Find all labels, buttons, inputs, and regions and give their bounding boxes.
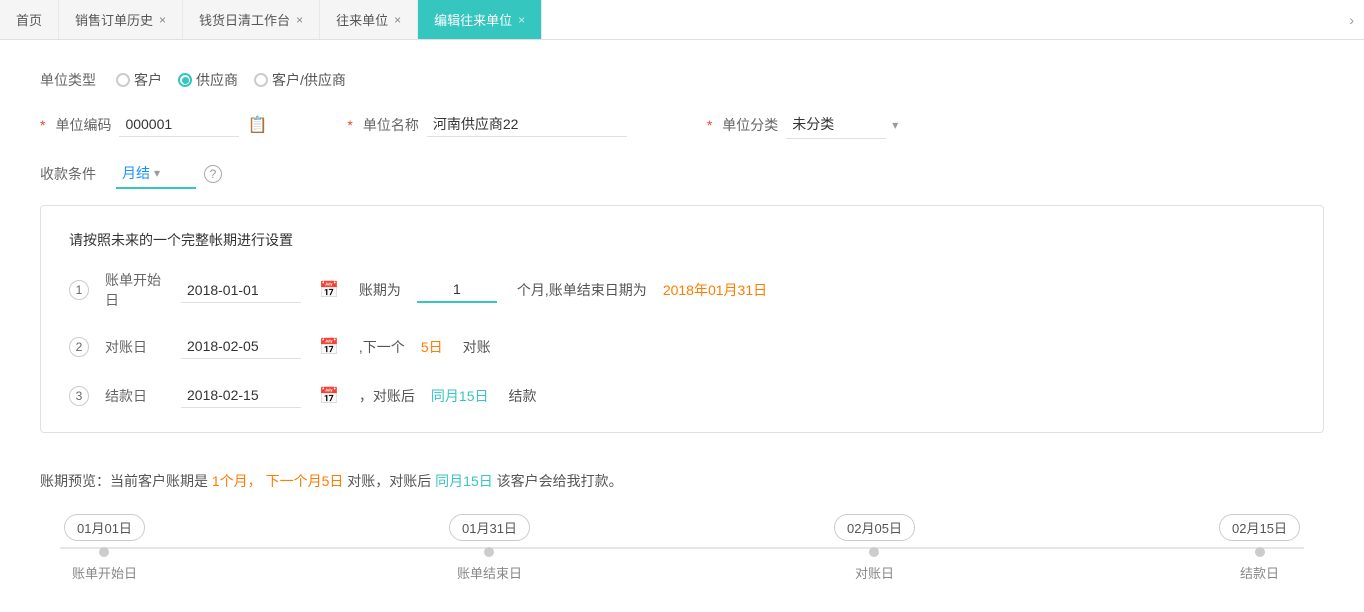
timeline-item-4: 02月15日 结款日 — [1215, 514, 1304, 582]
unit-details-row: * 单位编码 📋 * 单位名称 * 单位分类 未分类 ▾ — [40, 110, 1324, 139]
period-desc-3-suffix: 结款 — [509, 386, 537, 406]
radio-customer-supplier[interactable]: 客户/供应商 — [254, 70, 346, 90]
timeline-bubble-1: 01月01日 — [64, 514, 145, 541]
close-tab-sales-history[interactable]: × — [159, 13, 166, 27]
preview-text: 账期预览：当前客户账期是 1个月， 下一个月5日 对账，对账后 同月15日 该客… — [40, 469, 1324, 494]
main-content: 单位类型 客户 供应商 客户/供应商 * 单位编码 📋 — [0, 40, 1364, 612]
unit-name-input[interactable] — [427, 112, 627, 137]
period-field-label-1: 账单开始日 — [105, 270, 165, 310]
unit-class-select[interactable]: 未分类 ▾ — [786, 110, 966, 139]
payment-value: 月结 — [122, 163, 150, 183]
unit-code-icon[interactable]: 📋 — [247, 115, 267, 135]
help-icon[interactable]: ? — [204, 165, 222, 183]
payment-date-cal-icon[interactable]: 📅 — [319, 386, 339, 406]
unit-code-input[interactable] — [119, 112, 239, 137]
tab-cash-work[interactable]: 钱货日清工作台 × — [183, 0, 320, 39]
radio-customer-circle — [116, 73, 130, 87]
radio-supplier[interactable]: 供应商 — [178, 70, 238, 90]
preview-part5: 该客户会给我打款。 — [497, 473, 623, 489]
radio-customer[interactable]: 客户 — [116, 70, 162, 90]
timeline-label-4: 结款日 — [1240, 563, 1279, 582]
preview-section: 账期预览：当前客户账期是 1个月， 下一个月5日 对账，对账后 同月15日 该客… — [40, 453, 1324, 582]
unit-type-radio-group: 客户 供应商 客户/供应商 — [116, 70, 346, 90]
timeline-container: 01月01日 账单开始日 01月31日 账单结束日 02月05日 — [60, 514, 1304, 582]
timeline-dot-2 — [484, 547, 494, 557]
period-end-date-highlight: 2018年01月31日 — [663, 280, 767, 300]
unit-name-group: * 单位名称 — [347, 112, 626, 137]
unit-class-value: 未分类 — [786, 110, 886, 139]
tab-edit-counterparty[interactable]: 编辑往来单位 × — [418, 0, 542, 39]
preview-part4: 同月15日 — [435, 473, 493, 489]
timeline-item-1: 01月01日 账单开始日 — [60, 514, 149, 582]
timeline-item-2: 01月31日 账单结束日 — [445, 514, 534, 582]
timeline-dot-1 — [99, 547, 109, 557]
period-row-3: 3 结款日 📅 ，对账后 同月15日 结款 — [69, 383, 1295, 408]
period-box-title: 请按照未来的一个完整帐期进行设置 — [69, 230, 1295, 250]
preview-label: 账期预览：当前客户账期是 — [40, 473, 208, 489]
radio-supplier-circle — [178, 73, 192, 87]
tab-sales-history[interactable]: 销售订单历史 × — [59, 0, 183, 39]
unit-type-row: 单位类型 客户 供应商 客户/供应商 — [40, 70, 1324, 90]
payment-chevron[interactable]: ▾ — [154, 166, 160, 180]
tab-counterparty[interactable]: 往来单位 × — [320, 0, 418, 39]
payment-select[interactable]: 月结 ▾ — [116, 159, 196, 189]
unit-class-label: 单位分类 — [722, 115, 778, 135]
timeline-item-3: 02月05日 对账日 — [830, 514, 919, 582]
unit-name-label: 单位名称 — [363, 115, 419, 135]
payment-condition-group: 月结 ▾ ? — [116, 159, 222, 189]
start-date-cal-icon[interactable]: 📅 — [319, 280, 339, 300]
period-settings-box: 请按照未来的一个完整帐期进行设置 1 账单开始日 📅 账期为 个月,账单结束日期… — [40, 205, 1324, 433]
timeline-bubble-2: 01月31日 — [449, 514, 530, 541]
unit-type-label: 单位类型 — [40, 70, 96, 90]
payment-date-input[interactable] — [181, 383, 301, 408]
close-tab-cash-work[interactable]: × — [296, 13, 303, 27]
timeline-dot-4 — [1255, 547, 1265, 557]
period-desc-2-suffix: 对账 — [463, 337, 491, 357]
period-desc-1-prefix: 账期为 — [359, 280, 401, 300]
timeline-label-3: 对账日 — [855, 563, 894, 582]
unit-code-label: 单位编码 — [55, 115, 111, 135]
period-row-2: 2 对账日 📅 ,下一个 5日 对账 — [69, 334, 1295, 359]
reconcile-date-cal-icon[interactable]: 📅 — [319, 337, 339, 357]
unit-class-group: * 单位分类 未分类 ▾ — [707, 110, 966, 139]
timeline-label-2: 账单结束日 — [457, 563, 522, 582]
payment-cond-row: 收款条件 月结 ▾ ? — [40, 159, 1324, 189]
tab-more-button[interactable]: › — [1339, 0, 1364, 39]
timeline-bubble-4: 02月15日 — [1219, 514, 1300, 541]
period-desc-2-prefix: ,下一个 — [359, 337, 405, 357]
timeline-label-1: 账单开始日 — [72, 563, 137, 582]
preview-part2: 下一个月5日 — [266, 473, 344, 489]
reconcile-day-highlight: 5日 — [421, 337, 443, 357]
preview-part1: 1个月， — [212, 473, 262, 489]
period-num-1: 1 — [69, 280, 89, 300]
period-desc-3-prefix: ，对账后 — [359, 386, 415, 406]
preview-part3: 对账，对账后 — [347, 473, 431, 489]
period-row-1: 1 账单开始日 📅 账期为 个月,账单结束日期为 2018年01月31日 — [69, 270, 1295, 310]
payment-day-highlight: 同月15日 — [431, 386, 489, 406]
close-tab-edit-counterparty[interactable]: × — [518, 13, 525, 27]
period-num-3: 3 — [69, 386, 89, 406]
timeline-bubble-3: 02月05日 — [834, 514, 915, 541]
period-month-input[interactable] — [417, 277, 497, 303]
radio-customer-supplier-circle — [254, 73, 268, 87]
unit-code-group: * 单位编码 📋 — [40, 112, 267, 137]
payment-cond-label: 收款条件 — [40, 164, 96, 184]
period-field-label-3: 结款日 — [105, 386, 165, 406]
start-date-input[interactable] — [181, 278, 301, 303]
timeline-items: 01月01日 账单开始日 01月31日 账单结束日 02月05日 — [60, 514, 1304, 582]
period-field-label-2: 对账日 — [105, 337, 165, 357]
period-desc-1-suffix: 个月,账单结束日期为 — [517, 280, 647, 300]
reconcile-date-input[interactable] — [181, 334, 301, 359]
unit-class-chevron[interactable]: ▾ — [892, 118, 898, 132]
tab-bar: 首页 销售订单历史 × 钱货日清工作台 × 往来单位 × 编辑往来单位 × › — [0, 0, 1364, 40]
period-num-2: 2 — [69, 337, 89, 357]
timeline-dot-3 — [869, 547, 879, 557]
close-tab-counterparty[interactable]: × — [394, 13, 401, 27]
tab-home[interactable]: 首页 — [0, 0, 59, 39]
